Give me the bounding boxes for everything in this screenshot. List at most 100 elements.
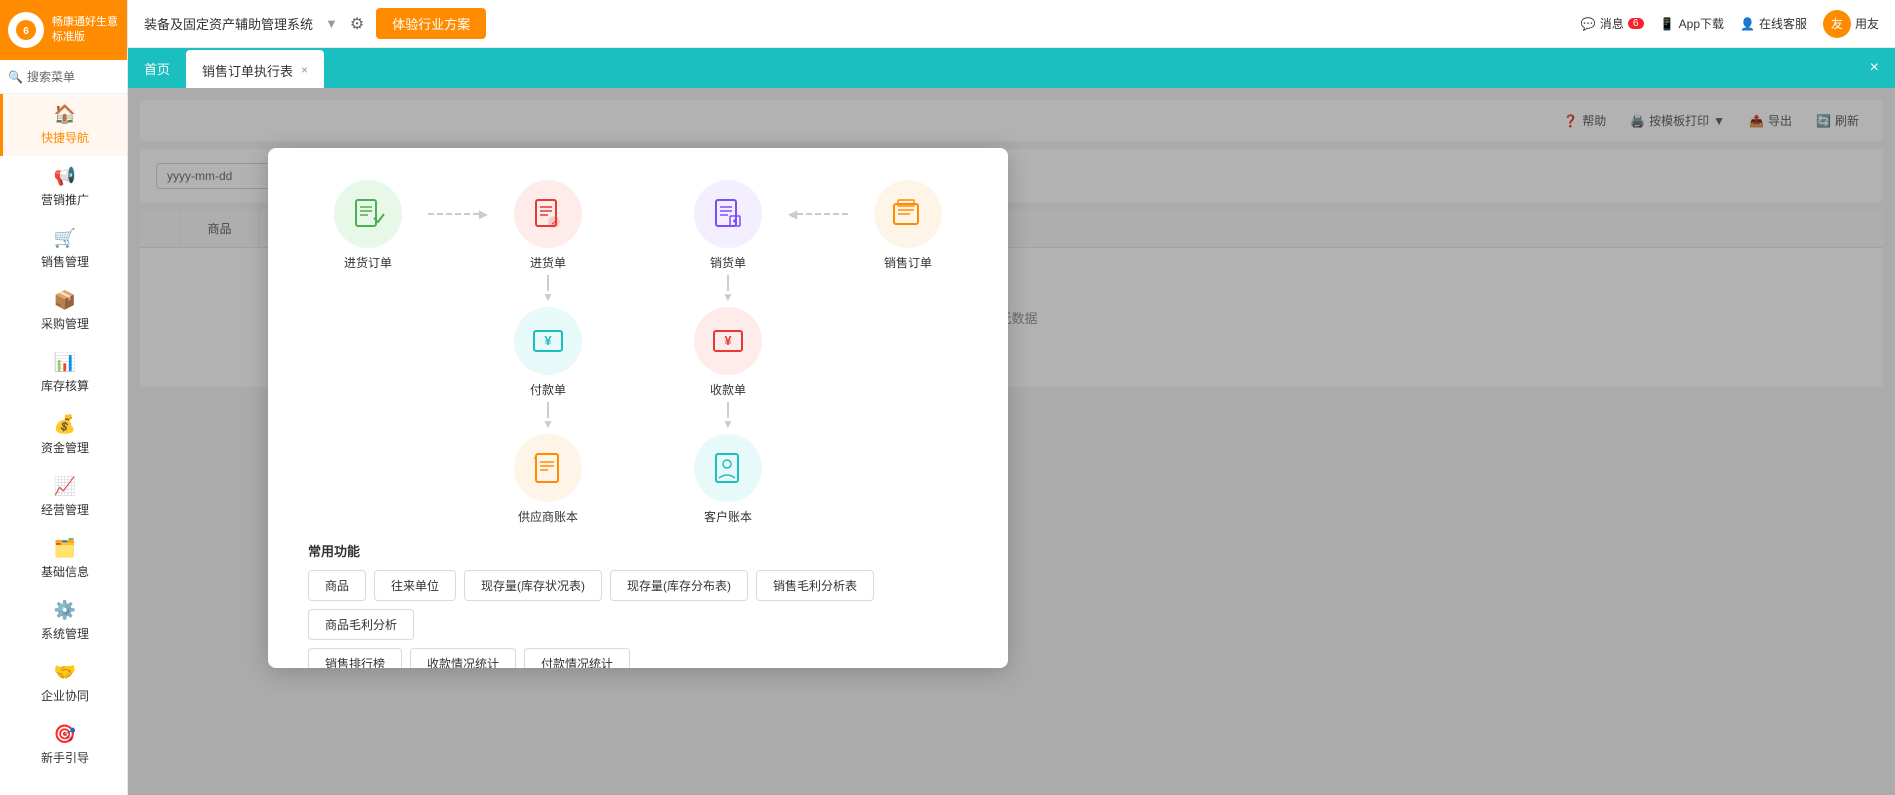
cf-buttons-row2: 销售排行榜 收款情况统计 付款情况统计 bbox=[308, 648, 968, 668]
inventory-icon: 📊 bbox=[54, 352, 76, 373]
wf-purchase-bill-node[interactable]: ✓ 进货单 bbox=[488, 180, 608, 271]
message-icon: 💬 bbox=[1581, 17, 1596, 31]
wf-spacer-left3 bbox=[308, 402, 488, 430]
sidebar-item-quick-nav[interactable]: 🏠 快捷导航 bbox=[0, 94, 127, 156]
sidebar: 6 畅康通好生意 标准版 🔍 搜索菜单 🏠 快捷导航 📢 营销推广 🛒 销售管理 bbox=[0, 0, 128, 795]
wf-down-arrow4: ▼ bbox=[668, 402, 788, 430]
avatar: 友 bbox=[1823, 10, 1851, 38]
wf-purchase-bill-label: 进货单 bbox=[530, 254, 566, 271]
app-logo: 6 畅康通好生意 标准版 bbox=[0, 0, 127, 60]
cf-btn-stock-dist[interactable]: 现存量(库存分布表) bbox=[610, 570, 748, 601]
operations-icon: 📈 bbox=[54, 476, 76, 497]
tab-close-icon[interactable]: × bbox=[301, 63, 308, 77]
sidebar-item-newbie[interactable]: 🎯 新手引导 bbox=[0, 714, 127, 776]
wf-payment-node[interactable]: ¥ 付款单 bbox=[488, 307, 608, 398]
cf-btn-partner[interactable]: 往来单位 bbox=[374, 570, 456, 601]
sidebar-item-sales[interactable]: 🛒 销售管理 bbox=[0, 218, 127, 280]
sidebar-item-system[interactable]: ⚙️ 系统管理 bbox=[0, 590, 127, 652]
modal-overlay[interactable]: 进货订单 ▶ bbox=[128, 88, 1895, 795]
dropdown-arrow-icon: ▼ bbox=[325, 16, 338, 31]
wf-sales-bill-circle bbox=[694, 180, 762, 248]
wf-arrow-h1: ▶ bbox=[428, 207, 488, 245]
settings-icon[interactable]: ⚙ bbox=[350, 14, 364, 34]
cf-btn-goods[interactable]: 商品 bbox=[308, 570, 366, 601]
cf-btn-sales-gross[interactable]: 销售毛利分析表 bbox=[756, 570, 874, 601]
cf-btn-payment-stat[interactable]: 付款情况统计 bbox=[524, 648, 630, 668]
cf-btn-stock-status[interactable]: 现存量(库存状况表) bbox=[464, 570, 602, 601]
svg-text:✓: ✓ bbox=[551, 220, 557, 227]
wf-purchase-order-circle bbox=[334, 180, 402, 248]
sidebar-item-collab[interactable]: 🤝 企业协同 bbox=[0, 652, 127, 714]
workflow-bottom-row: 供应商账本 bbox=[308, 434, 968, 525]
wf-down-arrow2: ▼ bbox=[668, 275, 788, 303]
user-item[interactable]: 友 用友 bbox=[1823, 10, 1879, 38]
wf-purchase-order-node[interactable]: 进货订单 bbox=[308, 180, 428, 271]
quick-nav-modal: 进货订单 ▶ bbox=[268, 148, 1008, 668]
wf-supplier-account-label: 供应商账本 bbox=[518, 508, 578, 525]
content-area: ❓ 帮助 🖨️ 按模板打印 ▼ 📤 导出 🔄 刷新 bbox=[128, 88, 1895, 795]
wf-payment-circle: ¥ bbox=[514, 307, 582, 375]
tab-home[interactable]: 首页 bbox=[128, 48, 186, 88]
cf-btn-sales-rank[interactable]: 销售排行榜 bbox=[308, 648, 402, 668]
online-service-item[interactable]: 👤 在线客服 bbox=[1740, 15, 1807, 32]
wf-supplier-account-node[interactable]: 供应商账本 bbox=[488, 434, 608, 525]
sales-icon: 🛒 bbox=[54, 228, 76, 249]
sidebar-item-purchase[interactable]: 📦 采购管理 bbox=[0, 280, 127, 342]
svg-text:¥: ¥ bbox=[544, 333, 552, 348]
search-icon: 🔍 bbox=[8, 70, 23, 84]
sidebar-search[interactable]: 🔍 搜索菜单 bbox=[0, 60, 127, 94]
wf-customer-account-label: 客户账本 bbox=[704, 508, 752, 525]
wf-sales-order-label: 销售订单 bbox=[884, 254, 932, 271]
common-functions-title: 常用功能 bbox=[308, 541, 968, 560]
phone-icon: 📱 bbox=[1660, 17, 1675, 31]
topbar: 装备及固定资产辅助管理系统 ▼ ⚙ 体验行业方案 💬 消息 6 📱 App下载 … bbox=[128, 0, 1895, 48]
svg-text:¥: ¥ bbox=[724, 333, 732, 348]
wf-sales-order-node[interactable]: 销售订单 bbox=[848, 180, 968, 271]
modal-content: 进货订单 ▶ bbox=[268, 148, 1008, 668]
cf-btn-collection-stat[interactable]: 收款情况统计 bbox=[410, 648, 516, 668]
wf-spacer-arrow1 bbox=[428, 275, 488, 303]
workflow-diagram: 进货订单 ▶ bbox=[308, 180, 968, 525]
logo-text: 畅康通好生意 标准版 bbox=[52, 15, 118, 46]
wf-purchase-order-label: 进货订单 bbox=[344, 254, 392, 271]
newbie-icon: 🎯 bbox=[54, 724, 76, 745]
wf-down-arrow1: ▼ bbox=[488, 275, 608, 303]
topbar-right: 💬 消息 6 📱 App下载 👤 在线客服 友 用友 bbox=[1581, 10, 1879, 38]
wf-sales-bill-label: 销货单 bbox=[710, 254, 746, 271]
wf-receipt-label: 收款单 bbox=[710, 381, 746, 398]
wf-down-arrow3: ▼ bbox=[488, 402, 608, 430]
marketing-icon: 📢 bbox=[54, 166, 76, 187]
workflow-top-row: 进货订单 ▶ bbox=[308, 180, 968, 271]
wf-sales-order-circle bbox=[874, 180, 942, 248]
wf-sales-bill-node[interactable]: 销货单 bbox=[668, 180, 788, 271]
collab-icon: 🤝 bbox=[54, 662, 76, 683]
common-functions: 常用功能 商品 往来单位 现存量(库存状况表) 现存量(库存分布表) 销售毛利分… bbox=[308, 541, 968, 668]
trial-button[interactable]: 体验行业方案 bbox=[376, 8, 486, 39]
home-icon: 🏠 bbox=[54, 104, 76, 125]
tab-bar: 首页 销售订单执行表 × × bbox=[128, 48, 1895, 88]
wf-receipt-node[interactable]: ¥ 收款单 bbox=[668, 307, 788, 398]
logo-icon: 6 bbox=[8, 12, 44, 48]
wf-arrow-h2: ◀ bbox=[788, 207, 848, 245]
basic-icon: 🗂️ bbox=[54, 538, 76, 559]
wf-spacer-left bbox=[308, 275, 428, 303]
sidebar-item-basic[interactable]: 🗂️ 基础信息 bbox=[0, 528, 127, 590]
sidebar-item-operations[interactable]: 📈 经营管理 bbox=[0, 466, 127, 528]
wf-payment-label: 付款单 bbox=[530, 381, 566, 398]
cf-btn-goods-gross[interactable]: 商品毛利分析 bbox=[308, 609, 414, 640]
sidebar-item-finance[interactable]: 💰 资金管理 bbox=[0, 404, 127, 466]
service-icon: 👤 bbox=[1740, 17, 1755, 31]
tab-bar-close-icon[interactable]: × bbox=[1854, 59, 1895, 77]
cf-buttons-row1: 商品 往来单位 现存量(库存状况表) 现存量(库存分布表) 销售毛利分析表 商品… bbox=[308, 570, 968, 640]
svg-text:6: 6 bbox=[23, 26, 29, 37]
workflow-arrows-row: ▼ ▼ bbox=[308, 275, 968, 303]
app-download-item[interactable]: 📱 App下载 bbox=[1660, 15, 1724, 32]
sidebar-item-inventory[interactable]: 📊 库存核算 bbox=[0, 342, 127, 404]
system-icon: ⚙️ bbox=[54, 600, 76, 621]
workflow-mid-row: ¥ 付款单 bbox=[308, 307, 968, 398]
wf-customer-account-node[interactable]: 客户账本 bbox=[668, 434, 788, 525]
sidebar-item-marketing[interactable]: 📢 营销推广 bbox=[0, 156, 127, 218]
tab-sales-order[interactable]: 销售订单执行表 × bbox=[186, 50, 324, 90]
wf-purchase-bill-circle: ✓ bbox=[514, 180, 582, 248]
message-item[interactable]: 💬 消息 6 bbox=[1581, 15, 1644, 32]
